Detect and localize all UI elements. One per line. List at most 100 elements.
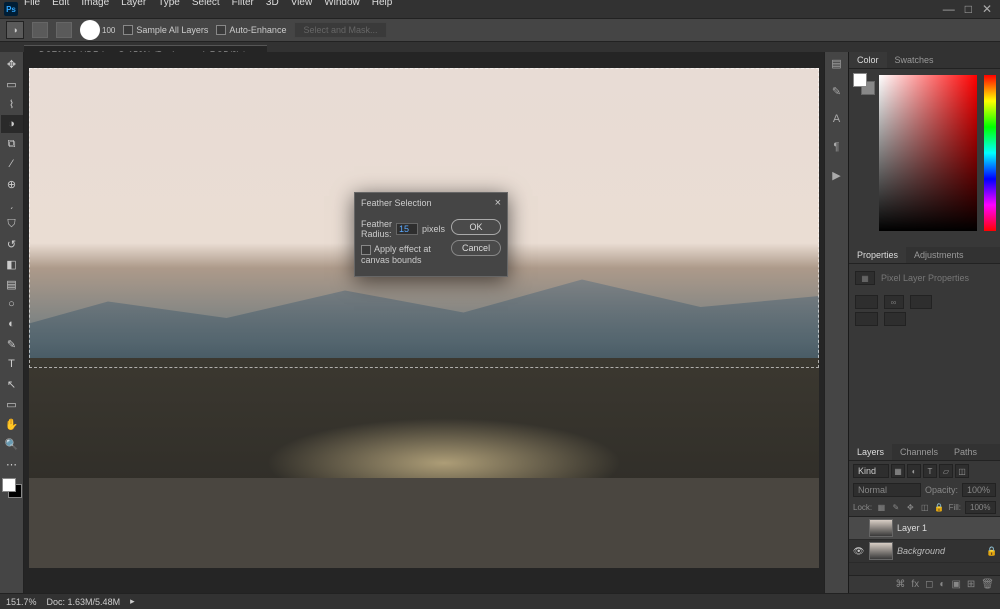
filter-adjustment-icon[interactable]: ◐	[907, 464, 921, 478]
layer-row[interactable]: Layer 1	[849, 517, 1000, 540]
pen-tool[interactable]: ✎	[1, 335, 23, 353]
layer-name-label[interactable]: Background	[897, 546, 982, 556]
filter-pixel-icon[interactable]: ▦	[891, 464, 905, 478]
menu-file[interactable]: File	[24, 0, 40, 8]
clone-stamp-tool[interactable]: ⛉	[1, 215, 23, 233]
doc-size-info[interactable]: Doc: 1.63M/5.48M	[47, 597, 121, 607]
hue-slider[interactable]	[984, 75, 996, 231]
color-tab[interactable]: Color	[849, 52, 887, 68]
history-brush-tool[interactable]: ↺	[1, 235, 23, 253]
layers-tab[interactable]: Layers	[849, 444, 892, 460]
shape-tool[interactable]: ▭	[1, 395, 23, 413]
character-panel-icon[interactable]: A	[829, 112, 845, 126]
new-layer-icon[interactable]: ⊞	[967, 579, 975, 590]
menu-select[interactable]: Select	[192, 0, 220, 8]
height-field[interactable]	[910, 295, 933, 309]
type-tool[interactable]: T	[1, 355, 23, 373]
paths-tab[interactable]: Paths	[946, 444, 985, 460]
layer-row[interactable]: 👁 Background 🔒	[849, 540, 1000, 563]
lasso-tool[interactable]: ⌇	[1, 95, 23, 113]
add-to-selection-button[interactable]	[32, 22, 48, 38]
filter-type-icon[interactable]: T	[923, 464, 937, 478]
history-panel-icon[interactable]: ▤	[829, 56, 845, 70]
dialog-titlebar[interactable]: Feather Selection ×	[355, 193, 507, 213]
tool-preset-picker[interactable]: ◑	[6, 21, 24, 39]
menu-help[interactable]: Help	[372, 0, 393, 8]
opacity-field[interactable]: 100%	[962, 483, 996, 497]
move-tool[interactable]: ✥	[1, 55, 23, 73]
link-layers-icon[interactable]: ⌘	[895, 579, 905, 590]
menu-image[interactable]: Image	[81, 0, 109, 8]
foreground-color-swatch[interactable]	[2, 478, 16, 492]
auto-enhance-checkbox[interactable]: Auto-Enhance	[216, 25, 286, 36]
menu-window[interactable]: Window	[324, 0, 360, 8]
healing-brush-tool[interactable]: ⊕	[1, 175, 23, 193]
x-field[interactable]	[855, 312, 878, 326]
menu-view[interactable]: View	[291, 0, 313, 8]
blur-tool[interactable]: ○	[1, 295, 23, 313]
layer-style-icon[interactable]: fx	[911, 579, 919, 590]
blend-mode-dropdown[interactable]: Normal	[853, 483, 921, 497]
lock-pixels-icon[interactable]: ✎	[891, 502, 901, 514]
menu-filter[interactable]: Filter	[232, 0, 254, 8]
select-and-mask-button[interactable]: Select and Mask...	[294, 22, 386, 38]
adjustment-layer-icon[interactable]: ◐	[939, 579, 945, 590]
color-panel-fgbg-swatches[interactable]	[853, 73, 875, 95]
quick-selection-tool[interactable]: ◑	[1, 115, 23, 133]
actions-panel-icon[interactable]: ▶	[829, 168, 845, 182]
brush-preview[interactable]	[80, 20, 100, 40]
document-canvas[interactable]	[29, 68, 819, 568]
lock-transparency-icon[interactable]: ▦	[876, 502, 886, 514]
paragraph-panel-icon[interactable]: ¶	[829, 140, 845, 154]
adjustments-tab[interactable]: Adjustments	[906, 247, 972, 263]
marquee-tool[interactable]: ▭	[1, 75, 23, 93]
apply-at-canvas-bounds-checkbox[interactable]: Apply effect at canvas bounds	[361, 244, 445, 265]
color-panel-fg-swatch[interactable]	[853, 73, 867, 87]
lock-position-icon[interactable]: ✥	[905, 502, 915, 514]
window-minimize-button[interactable]: —	[943, 2, 955, 16]
dialog-close-icon[interactable]: ×	[495, 197, 501, 209]
cancel-button[interactable]: Cancel	[451, 240, 501, 256]
lock-all-icon[interactable]: 🔒	[934, 502, 944, 514]
fill-field[interactable]: 100%	[965, 501, 996, 514]
foreground-background-swatches[interactable]	[2, 478, 22, 498]
menu-3d[interactable]: 3D	[266, 0, 279, 8]
eraser-tool[interactable]: ◧	[1, 255, 23, 273]
width-field[interactable]	[855, 295, 878, 309]
swatches-tab[interactable]: Swatches	[887, 52, 942, 68]
channels-tab[interactable]: Channels	[892, 444, 946, 460]
canvas-area[interactable]	[24, 52, 824, 593]
filter-shape-icon[interactable]: ▱	[939, 464, 953, 478]
layer-mask-icon[interactable]: ◻	[925, 579, 933, 590]
y-field[interactable]	[884, 312, 907, 326]
status-arrow-icon[interactable]: ▸	[130, 596, 135, 607]
zoom-tool[interactable]: 🔍	[1, 435, 23, 453]
window-maximize-button[interactable]: □	[965, 2, 972, 16]
layer-thumbnail[interactable]	[869, 542, 893, 560]
color-field-picker[interactable]	[879, 75, 977, 231]
brushes-panel-icon[interactable]: ✎	[829, 84, 845, 98]
subtract-from-selection-button[interactable]	[56, 22, 72, 38]
window-close-button[interactable]: ✕	[982, 2, 992, 16]
menu-layer[interactable]: Layer	[121, 0, 146, 8]
crop-tool[interactable]: ⧉	[1, 135, 23, 153]
layer-group-icon[interactable]: ▣	[951, 579, 960, 590]
properties-tab[interactable]: Properties	[849, 247, 906, 263]
layer-filter-dropdown[interactable]: Kind	[853, 464, 889, 478]
layer-name-label[interactable]: Layer 1	[897, 523, 996, 533]
dodge-tool[interactable]: ◐	[1, 315, 23, 333]
layer-thumbnail[interactable]	[869, 519, 893, 537]
eyedropper-tool[interactable]: ⁄	[1, 155, 23, 173]
menu-edit[interactable]: Edit	[52, 0, 69, 8]
menu-type[interactable]: Type	[158, 0, 180, 8]
filter-smart-icon[interactable]: ◫	[955, 464, 969, 478]
brush-tool[interactable]: ˏ	[1, 195, 23, 213]
link-dimensions-icon[interactable]: ∞	[884, 295, 904, 309]
feather-radius-input[interactable]	[396, 223, 418, 235]
layer-visibility-icon[interactable]: 👁	[853, 546, 865, 557]
edit-toolbar-button[interactable]: ⋯	[1, 455, 23, 473]
delete-layer-icon[interactable]: 🗑	[981, 579, 994, 590]
zoom-level[interactable]: 151.7%	[6, 597, 37, 607]
path-selection-tool[interactable]: ↖	[1, 375, 23, 393]
ok-button[interactable]: OK	[451, 219, 501, 235]
